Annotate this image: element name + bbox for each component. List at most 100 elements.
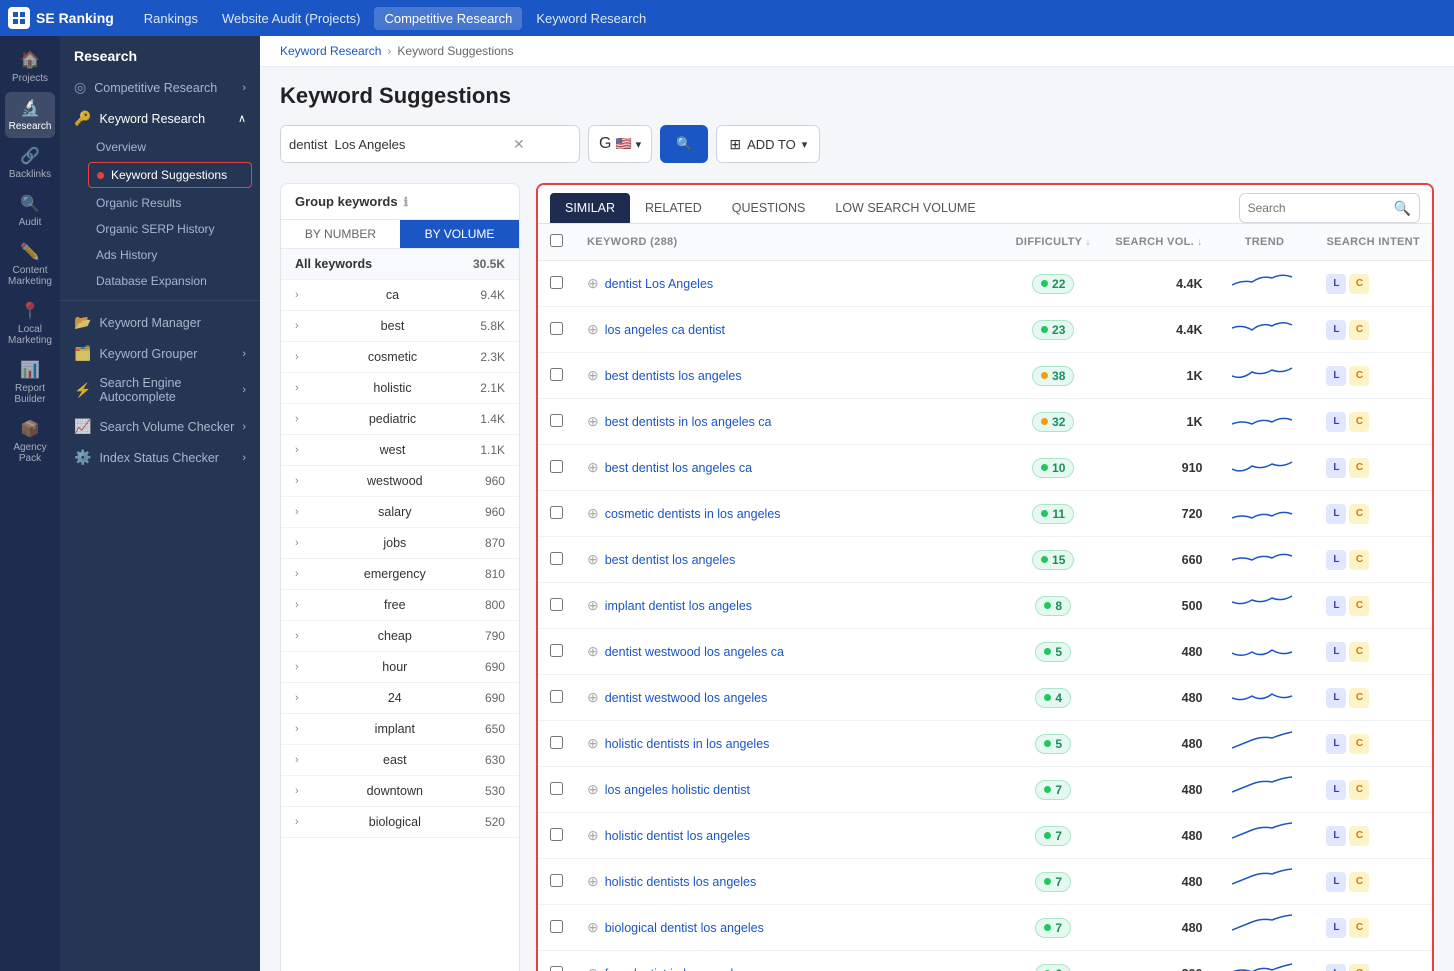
rail-report[interactable]: 📊 Report Builder: [5, 354, 55, 411]
row-checkbox[interactable]: [550, 828, 563, 841]
sidebar-item-search-volume[interactable]: 📈 Search Volume Checker ›: [60, 411, 260, 442]
group-item-ca[interactable]: › ca 9.4K: [281, 280, 519, 311]
nav-keyword-research[interactable]: Keyword Research: [526, 7, 656, 30]
rail-projects[interactable]: 🏠 Projects: [5, 44, 55, 90]
row-checkbox[interactable]: [550, 552, 563, 565]
keyword-link[interactable]: ⊕ cosmetic dentists in los angeles: [587, 505, 991, 522]
group-item-biological[interactable]: › biological 520: [281, 807, 519, 838]
plus-icon[interactable]: ⊕: [587, 735, 599, 752]
tab-low-search-volume[interactable]: LOW SEARCH VOLUME: [820, 193, 990, 223]
plus-icon[interactable]: ⊕: [587, 597, 599, 614]
rail-content[interactable]: ✏️ Content Marketing: [5, 236, 55, 293]
sidebar-item-keyword-manager[interactable]: 📂 Keyword Manager: [60, 307, 260, 338]
tab-questions[interactable]: QUESTIONS: [717, 193, 821, 223]
google-flag-selector[interactable]: G 🇺🇸 ▾: [588, 125, 652, 163]
plus-icon[interactable]: ⊕: [587, 643, 599, 660]
keyword-link[interactable]: ⊕ dentist westwood los angeles: [587, 689, 991, 706]
group-item-cosmetic[interactable]: › cosmetic 2.3K: [281, 342, 519, 373]
keyword-link[interactable]: ⊕ holistic dentists los angeles: [587, 873, 991, 890]
breadcrumb-kw-research[interactable]: Keyword Research: [280, 44, 381, 58]
keyword-link[interactable]: ⊕ best dentists in los angeles ca: [587, 413, 991, 430]
row-checkbox[interactable]: [550, 276, 563, 289]
tab-search-input[interactable]: [1248, 201, 1388, 215]
row-checkbox[interactable]: [550, 322, 563, 335]
keyword-link[interactable]: ⊕ implant dentist los angeles: [587, 597, 991, 614]
row-checkbox[interactable]: [550, 874, 563, 887]
keyword-link[interactable]: ⊕ los angeles ca dentist: [587, 321, 991, 338]
sidebar-sub-keyword-suggestions[interactable]: Keyword Suggestions: [88, 162, 252, 188]
keyword-link[interactable]: ⊕ holistic dentists in los angeles: [587, 735, 991, 752]
keyword-link[interactable]: ⊕ biological dentist los angeles: [587, 919, 991, 936]
row-checkbox[interactable]: [550, 690, 563, 703]
nav-competitive-research[interactable]: Competitive Research: [374, 7, 522, 30]
sidebar-sub-ads-history[interactable]: Ads History: [60, 242, 260, 268]
sidebar-sub-organic-results[interactable]: Organic Results: [60, 190, 260, 216]
keyword-link[interactable]: ⊕ free dentist in los angeles: [587, 965, 991, 971]
rail-agency[interactable]: 📦 Agency Pack: [5, 413, 55, 470]
nav-rankings[interactable]: Rankings: [134, 7, 208, 30]
sidebar-sub-organic-serp[interactable]: Organic SERP History: [60, 216, 260, 242]
plus-icon[interactable]: ⊕: [587, 827, 599, 844]
group-item-free[interactable]: › free 800: [281, 590, 519, 621]
plus-icon[interactable]: ⊕: [587, 965, 599, 971]
tab-similar[interactable]: SIMILAR: [550, 193, 630, 223]
sidebar-sub-overview[interactable]: Overview: [60, 134, 260, 160]
clear-button[interactable]: ✕: [509, 136, 529, 153]
group-item-westwood[interactable]: › westwood 960: [281, 466, 519, 497]
group-item-cheap[interactable]: › cheap 790: [281, 621, 519, 652]
toggle-by-number[interactable]: BY NUMBER: [281, 220, 400, 248]
plus-icon[interactable]: ⊕: [587, 413, 599, 430]
row-checkbox[interactable]: [550, 368, 563, 381]
row-checkbox[interactable]: [550, 736, 563, 749]
plus-icon[interactable]: ⊕: [587, 505, 599, 522]
plus-icon[interactable]: ⊕: [587, 873, 599, 890]
tab-related[interactable]: RELATED: [630, 193, 717, 223]
nav-website-audit[interactable]: Website Audit (Projects): [212, 7, 370, 30]
group-item-emergency[interactable]: › emergency 810: [281, 559, 519, 590]
rail-audit[interactable]: 🔍 Audit: [5, 188, 55, 234]
group-item-jobs[interactable]: › jobs 870: [281, 528, 519, 559]
group-item-best[interactable]: › best 5.8K: [281, 311, 519, 342]
row-checkbox[interactable]: [550, 644, 563, 657]
plus-icon[interactable]: ⊕: [587, 781, 599, 798]
sidebar-item-index-status[interactable]: ⚙️ Index Status Checker ›: [60, 442, 260, 473]
group-item-downtown[interactable]: › downtown 530: [281, 776, 519, 807]
group-item-24[interactable]: › 24 690: [281, 683, 519, 714]
sidebar-item-search-engine[interactable]: ⚡ Search Engine Autocomplete ›: [60, 369, 260, 411]
search-input[interactable]: [289, 137, 509, 152]
plus-icon[interactable]: ⊕: [587, 275, 599, 292]
sidebar-item-competitive[interactable]: ◎ Competitive Research ›: [60, 72, 260, 103]
row-checkbox[interactable]: [550, 920, 563, 933]
row-checkbox[interactable]: [550, 506, 563, 519]
rail-local[interactable]: 📍 Local Marketing: [5, 295, 55, 352]
group-item-salary[interactable]: › salary 960: [281, 497, 519, 528]
keyword-link[interactable]: ⊕ best dentist los angeles ca: [587, 459, 991, 476]
plus-icon[interactable]: ⊕: [587, 551, 599, 568]
row-checkbox[interactable]: [550, 460, 563, 473]
select-all-checkbox[interactable]: [550, 234, 563, 247]
group-item-pediatric[interactable]: › pediatric 1.4K: [281, 404, 519, 435]
keyword-link[interactable]: ⊕ los angeles holistic dentist: [587, 781, 991, 798]
sidebar-item-keyword-research[interactable]: 🔑 Keyword Research ∧: [60, 103, 260, 134]
th-search-vol[interactable]: SEARCH VOL.: [1103, 224, 1214, 261]
add-to-button[interactable]: ⊞ ADD TO ▾: [716, 125, 820, 163]
rail-backlinks[interactable]: 🔗 Backlinks: [5, 140, 55, 186]
group-item-holistic[interactable]: › holistic 2.1K: [281, 373, 519, 404]
group-item-implant[interactable]: › implant 650: [281, 714, 519, 745]
plus-icon[interactable]: ⊕: [587, 367, 599, 384]
toggle-by-volume[interactable]: BY VOLUME: [400, 220, 519, 248]
plus-icon[interactable]: ⊕: [587, 459, 599, 476]
rail-research[interactable]: 🔬 Research: [5, 92, 55, 138]
group-item-east[interactable]: › east 630: [281, 745, 519, 776]
sidebar-sub-db-expansion[interactable]: Database Expansion: [60, 268, 260, 294]
keyword-link[interactable]: ⊕ holistic dentist los angeles: [587, 827, 991, 844]
plus-icon[interactable]: ⊕: [587, 321, 599, 338]
row-checkbox[interactable]: [550, 966, 563, 971]
keyword-link[interactable]: ⊕ best dentist los angeles: [587, 551, 991, 568]
plus-icon[interactable]: ⊕: [587, 689, 599, 706]
group-item-all[interactable]: All keywords 30.5K: [281, 249, 519, 280]
row-checkbox[interactable]: [550, 782, 563, 795]
search-button[interactable]: 🔍: [660, 125, 708, 163]
plus-icon[interactable]: ⊕: [587, 919, 599, 936]
keyword-link[interactable]: ⊕ dentist westwood los angeles ca: [587, 643, 991, 660]
